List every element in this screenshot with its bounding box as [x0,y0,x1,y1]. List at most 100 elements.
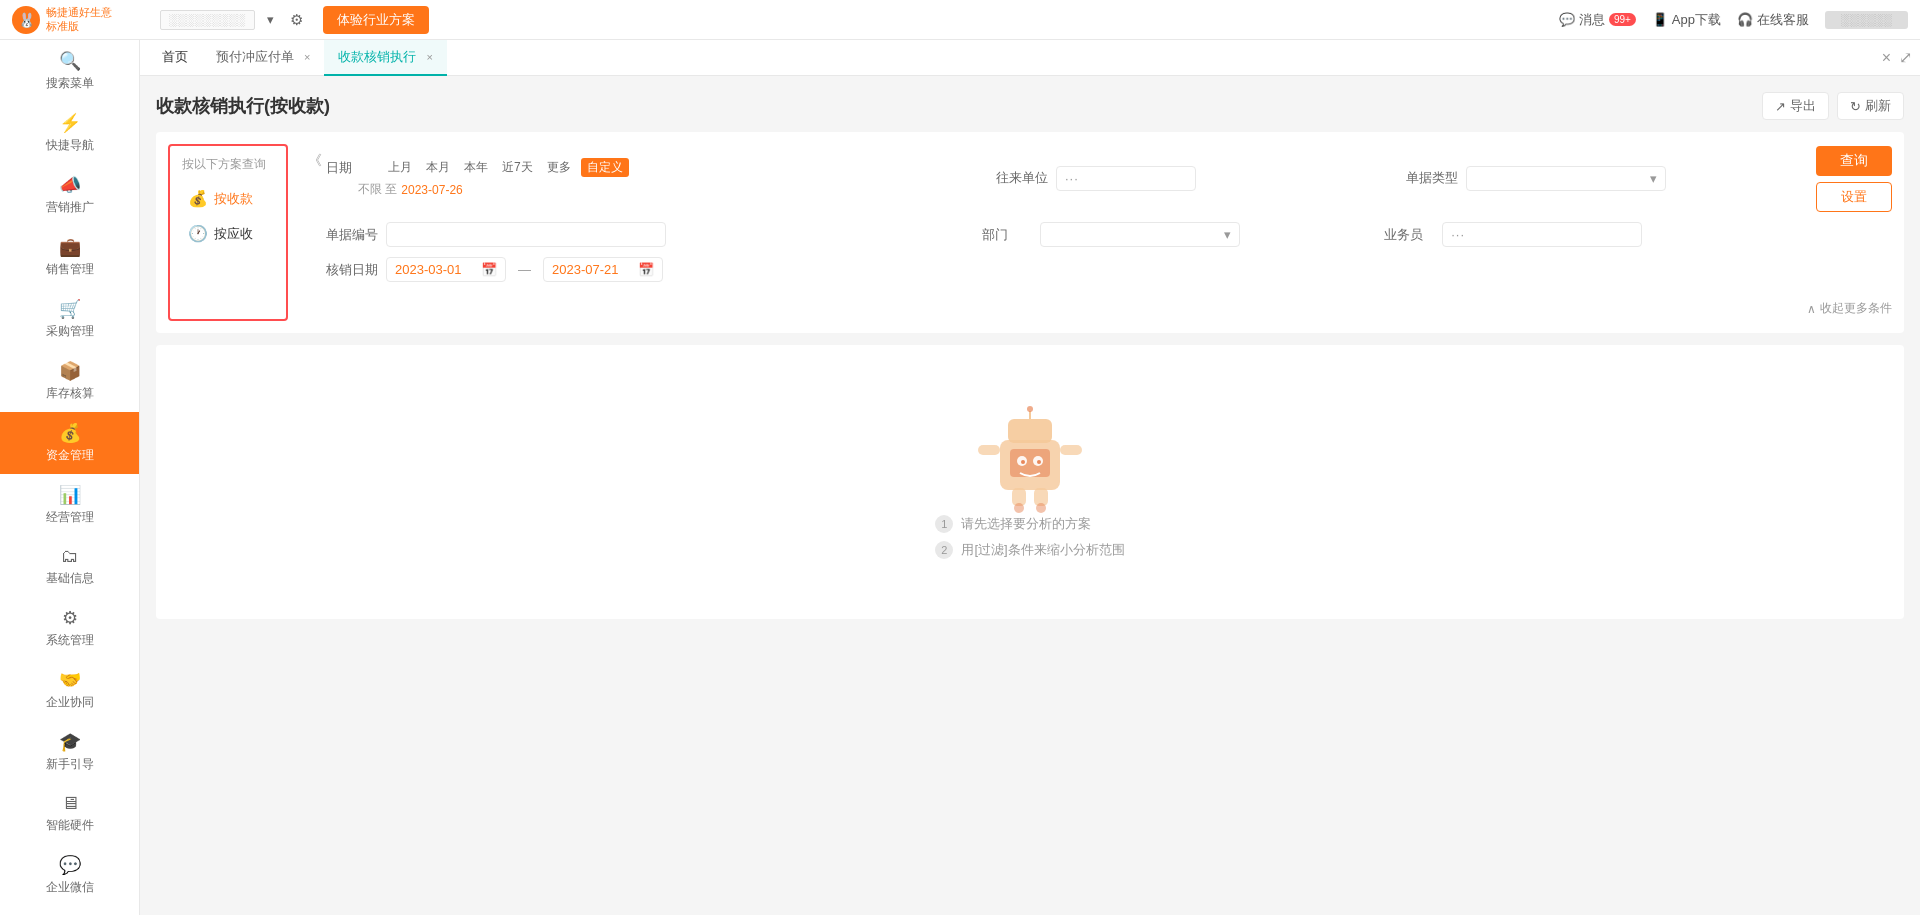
query-by-receivable[interactable]: 🕐 按应收 [182,220,274,247]
dropdown-icon[interactable]: ▾ [267,12,274,27]
app-download-button[interactable]: 📱 App下载 [1652,11,1721,29]
tab-writeoff[interactable]: 收款核销执行 × [324,40,446,76]
topbar: 🐰 畅捷通好生意 标准版 ░░░░░░░░░ ▾ ⚙ 体验行业方案 💬 消息 9… [0,0,1920,40]
sidebar-item-smart-hardware[interactable]: 🖥 智能硬件 [0,783,139,844]
svg-point-13 [1014,503,1024,513]
svg-point-14 [1036,503,1046,513]
filter-row-3: 核销日期 2023-03-01 📅 — 2023-07-21 📅 [326,257,1892,282]
calendar-icon-start: 📅 [481,262,497,277]
voucher-type-select[interactable]: ▾ [1466,166,1666,191]
action-buttons: 查询 设置 [1816,146,1892,212]
refresh-button[interactable]: ↻ 刷新 [1837,92,1904,120]
calendar-icon-end: 📅 [638,262,654,277]
date-label: 日期 [326,159,376,177]
layout: 🔍 搜索菜单 ⚡ 快捷导航 📣 营销推广 💼 销售管理 🛒 采购管理 📦 库存核… [0,0,1920,915]
sidebar: 🔍 搜索菜单 ⚡ 快捷导航 📣 营销推广 💼 销售管理 🛒 采购管理 📦 库存核… [0,40,140,915]
robot-illustration [970,405,1090,515]
svg-point-8 [1027,406,1033,412]
receivable-icon: 🕐 [188,224,208,243]
salesperson-select[interactable]: ··· [1442,222,1642,247]
headset-icon: 🎧 [1737,12,1753,27]
sidebar-item-inventory[interactable]: 📦 库存核算 [0,350,139,412]
handshake-icon: 🤝 [59,669,81,691]
sidebar-item-basic-info[interactable]: 🗂 基础信息 [0,536,139,597]
page-content: 收款核销执行(按收款) ↗ 导出 ↻ 刷新 按以下方案查询 [140,76,1920,915]
tab-prepay[interactable]: 预付冲应付单 × [202,40,324,76]
logo-icon: 🐰 [12,6,40,34]
tab-close-prepay[interactable]: × [304,51,310,63]
window-close-button[interactable]: × [1882,49,1891,67]
sidebar-item-sales[interactable]: 💼 销售管理 [0,226,139,288]
export-icon: ↗ [1775,99,1786,114]
app-name-selector[interactable]: ░░░░░░░░░ [160,10,255,30]
settings-gear-icon[interactable]: ⚙ [290,11,303,29]
tabs-end: × ⤢ [1882,48,1912,67]
sidebar-item-capital[interactable]: 💰 资金管理 [0,412,139,474]
sidebar-item-label: 企业微信 [46,879,94,896]
date-shortcuts: 上月 本月 本年 近7天 更多 自定义 [384,158,629,177]
sidebar-item-purchase[interactable]: 🛒 采购管理 [0,288,139,350]
sidebar-item-search[interactable]: 🔍 搜索菜单 [0,40,139,102]
this-year-shortcut[interactable]: 本年 [460,158,492,177]
sidebar-item-system[interactable]: ⚙ 系统管理 [0,597,139,659]
query-button[interactable]: 查询 [1816,146,1892,176]
sidebar-item-quick-nav[interactable]: ⚡ 快捷导航 [0,102,139,164]
page-actions: ↗ 导出 ↻ 刷新 [1762,92,1904,120]
svg-rect-1 [1010,449,1050,477]
more-dates-shortcut[interactable]: 更多 [543,158,575,177]
megaphone-icon: 📣 [59,174,81,196]
query-type-panel: 按以下方案查询 💰 按收款 🕐 按应收 [168,144,288,321]
this-month-shortcut[interactable]: 本月 [422,158,454,177]
query-by-receipt[interactable]: 💰 按收款 [182,185,274,212]
svg-rect-6 [1008,419,1052,443]
messages-button[interactable]: 💬 消息 99+ [1559,11,1636,29]
sidebar-item-vip[interactable]: V 畅会员 [0,906,139,915]
setting-button[interactable]: 设置 [1816,182,1892,212]
sidebar-item-wechat[interactable]: 💬 企业微信 [0,844,139,906]
collapse-query-button[interactable]: 《 [304,148,326,174]
tabs-bar: 首页 预付冲应付单 × 收款核销执行 × × ⤢ [140,40,1920,76]
empty-tip-2: 2 用[过滤]条件来缩小分析范围 [935,541,1124,559]
last-7days-shortcut[interactable]: 近7天 [498,158,537,177]
last-month-shortcut[interactable]: 上月 [384,158,416,177]
monitor-icon: 🖥 [61,793,79,814]
message-label: 消息 [1579,11,1605,29]
svg-rect-9 [978,445,1000,455]
tab-home[interactable]: 首页 [148,40,202,76]
bill-number-filter: 单据编号 [326,222,962,247]
solution-button[interactable]: 体验行业方案 [323,6,429,34]
wechat-icon: 💬 [59,854,81,876]
writeoff-start-date[interactable]: 2023-03-01 📅 [386,257,506,282]
cart-icon: 🛒 [59,298,81,320]
chart-icon: 📊 [59,484,81,506]
export-button[interactable]: ↗ 导出 [1762,92,1829,120]
bill-number-input[interactable] [386,222,666,247]
filter-area: 日期 上月 本月 本年 近7天 更多 自定义 [326,144,1892,321]
writeoff-date-label: 核销日期 [326,261,378,279]
sidebar-item-newbie[interactable]: 🎓 新手引导 [0,721,139,783]
sidebar-item-label: 资金管理 [46,447,94,464]
sidebar-item-enterprise-collab[interactable]: 🤝 企业协同 [0,659,139,721]
salesperson-filter: 业务员 ··· [1384,222,1766,247]
writeoff-end-date[interactable]: 2023-07-21 📅 [543,257,663,282]
online-service-button[interactable]: 🎧 在线客服 [1737,11,1809,29]
phone-icon: 📱 [1652,12,1668,27]
receipt-icon: 💰 [188,189,208,208]
briefcase-icon: 💼 [59,236,81,258]
dept-select[interactable]: ▾ [1040,222,1240,247]
date-range-prefix: 不限 至 [358,181,397,198]
user-profile[interactable]: ░░░░░░ [1825,13,1908,27]
collapse-more-button[interactable]: ∧ 收起更多条件 [1807,300,1892,317]
custom-date-shortcut[interactable]: 自定义 [581,158,629,177]
sidebar-item-operations[interactable]: 📊 经营管理 [0,474,139,536]
sidebar-item-label: 经营管理 [46,509,94,526]
collapse-more-icon: ∧ [1807,302,1816,316]
svg-point-5 [1037,460,1041,464]
sidebar-item-marketing[interactable]: 📣 营销推广 [0,164,139,226]
voucher-type-label: 单据类型 [1406,169,1458,187]
empty-tip-1: 1 请先选择要分析的方案 [935,515,1124,533]
tab-close-writeoff[interactable]: × [426,51,432,63]
window-expand-button[interactable]: ⤢ [1899,48,1912,67]
package-icon: 📦 [59,360,81,382]
partner-select[interactable]: ··· [1056,166,1196,191]
